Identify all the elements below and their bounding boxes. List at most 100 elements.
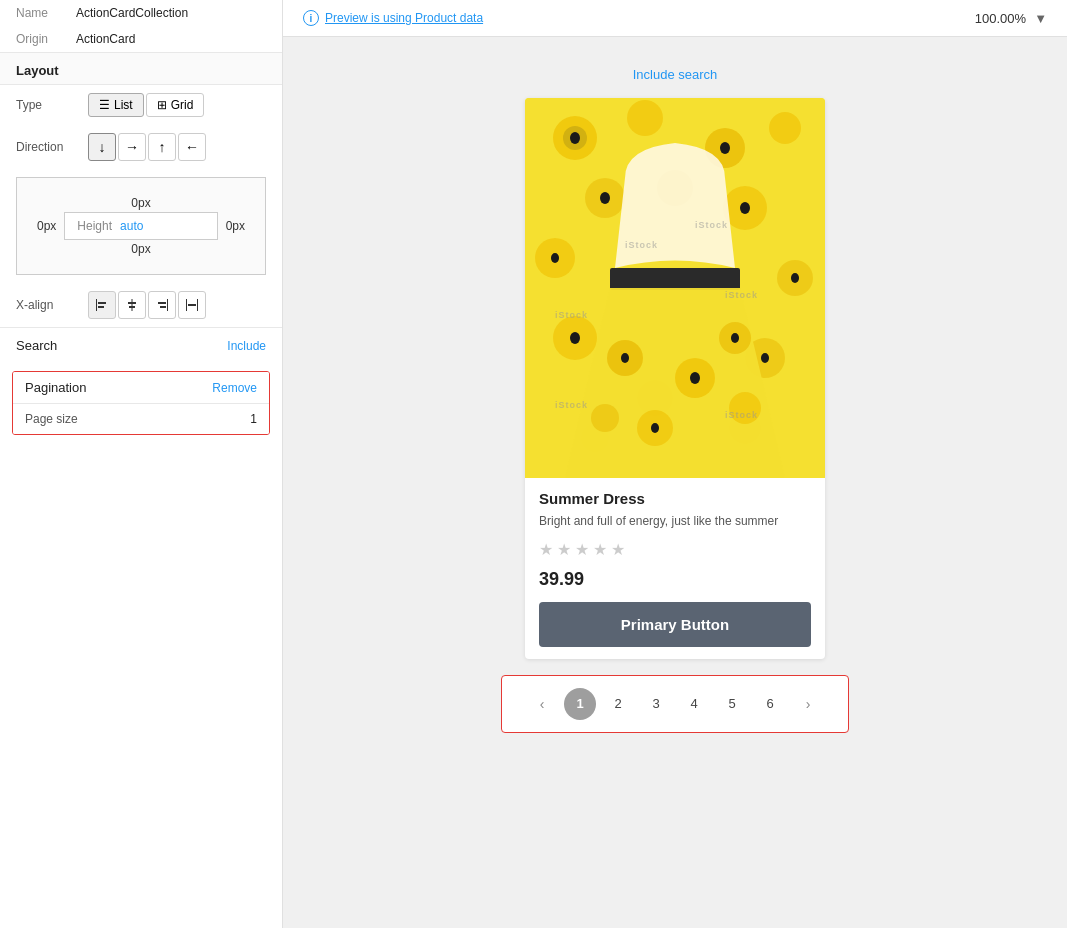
pagination-page-5-button[interactable]: 5 [716,688,748,720]
direction-label: Direction [16,140,80,154]
svg-point-15 [627,100,663,136]
type-grid-button[interactable]: ⊞ Grid [146,93,205,117]
include-link[interactable]: Include [227,339,266,353]
direction-row: Direction ↓ → ↑ ← [0,125,282,169]
page-size-label: Page size [25,412,78,426]
pagination-prev-button[interactable]: ‹ [526,688,558,720]
name-value: ActionCardCollection [76,6,188,20]
layout-section-header: Layout [0,52,282,85]
type-button-group: ☰ List ⊞ Grid [88,93,204,117]
top-spacing-value[interactable]: 0px [33,194,249,212]
product-description: Bright and full of energy, just like the… [539,513,811,530]
svg-point-30 [600,192,610,204]
svg-point-32 [551,253,559,263]
page-size-row: Page size 1 [13,404,269,434]
star-2: ★ [557,540,571,559]
zoom-control: 100.00% ▼ [975,11,1047,26]
pagination-box: Pagination Remove Page size 1 [12,371,270,435]
star-rating: ★ ★ ★ ★ ★ [539,540,811,559]
svg-text:iStock: iStock [555,400,588,410]
pagination-next-button[interactable]: › [792,688,824,720]
left-panel: Name ActionCardCollection Origin ActionC… [0,0,283,928]
bottom-spacing-value[interactable]: 0px [33,240,249,258]
right-spacing-value[interactable]: 0px [222,219,249,233]
search-row: Search Include [0,327,282,363]
preview-header: i Preview is using Product data 100.00% … [283,0,1067,37]
name-row: Name ActionCardCollection [0,0,282,26]
svg-text:iStock: iStock [555,310,588,320]
direction-right-button[interactable]: → [118,133,146,161]
pagination-title: Pagination [25,380,86,395]
svg-rect-2 [98,306,104,308]
include-search-label[interactable]: Include search [633,67,718,82]
page-size-value[interactable]: 1 [250,412,257,426]
remove-link[interactable]: Remove [212,381,257,395]
svg-rect-0 [96,299,97,311]
direction-button-group: ↓ → ↑ ← [88,133,206,161]
star-5: ★ [611,540,625,559]
svg-text:iStock: iStock [695,220,728,230]
type-row: Type ☰ List ⊞ Grid [0,85,282,125]
left-spacing-value[interactable]: 0px [33,219,60,233]
direction-left-button[interactable]: ← [178,133,206,161]
svg-point-38 [621,353,629,363]
right-panel: i Preview is using Product data 100.00% … [283,0,1067,928]
xalign-center-button[interactable] [118,291,146,319]
pagination-page-6-button[interactable]: 6 [754,688,786,720]
origin-label: Origin [16,32,64,46]
svg-point-35 [761,353,769,363]
origin-row: Origin ActionCard [0,26,282,52]
product-card: iStock iStock iStock iStock iStock iStoc… [525,98,825,659]
pagination-page-1-button[interactable]: 1 [564,688,596,720]
height-label: Height [77,219,112,233]
search-label: Search [16,338,57,353]
star-4: ★ [593,540,607,559]
svg-rect-8 [160,306,166,308]
name-label: Name [16,6,64,20]
svg-text:iStock: iStock [725,410,758,420]
xalign-right-button[interactable] [148,291,176,319]
origin-value: ActionCard [76,32,135,46]
info-icon: i [303,10,319,26]
inner-spacing-box: Height auto [64,212,217,240]
direction-down-button[interactable]: ↓ [88,133,116,161]
pagination-header: Pagination Remove [13,372,269,404]
svg-point-29 [720,142,730,154]
pagination-page-2-button[interactable]: 2 [602,688,634,720]
svg-rect-7 [158,302,166,304]
card-body: Summer Dress Bright and full of energy, … [525,478,825,659]
svg-point-42 [731,333,739,343]
svg-rect-5 [129,306,135,308]
pagination-page-4-button[interactable]: 4 [678,688,710,720]
star-1: ★ [539,540,553,559]
svg-rect-36 [610,268,740,290]
xalign-stretch-button[interactable] [178,291,206,319]
preview-info: i Preview is using Product data [303,10,483,26]
svg-point-28 [570,132,580,144]
outer-spacing-box: 0px 0px Height auto 0px 0px [16,177,266,275]
product-price: 39.99 [539,569,811,590]
svg-point-44 [651,423,659,433]
product-image: iStock iStock iStock iStock iStock iStoc… [525,98,825,478]
svg-text:iStock: iStock [625,240,658,250]
spacing-box: 0px 0px Height auto 0px 0px [16,177,266,275]
direction-up-button[interactable]: ↑ [148,133,176,161]
svg-point-40 [690,372,700,384]
svg-rect-6 [167,299,168,311]
pagination-page-3-button[interactable]: 3 [640,688,672,720]
preview-text[interactable]: Preview is using Product data [325,11,483,25]
zoom-dropdown-arrow[interactable]: ▼ [1034,11,1047,26]
svg-rect-3 [132,299,133,311]
xalign-left-button[interactable] [88,291,116,319]
svg-rect-10 [197,299,198,311]
svg-rect-9 [186,299,187,311]
primary-button[interactable]: Primary Button [539,602,811,647]
svg-point-17 [769,112,801,144]
height-value[interactable]: auto [120,219,143,233]
svg-text:iStock: iStock [725,290,758,300]
zoom-label: 100.00% [975,11,1026,26]
svg-rect-1 [98,302,106,304]
grid-icon: ⊞ [157,98,167,112]
type-list-button[interactable]: ☰ List [88,93,144,117]
xalign-row: X-align [0,283,282,327]
